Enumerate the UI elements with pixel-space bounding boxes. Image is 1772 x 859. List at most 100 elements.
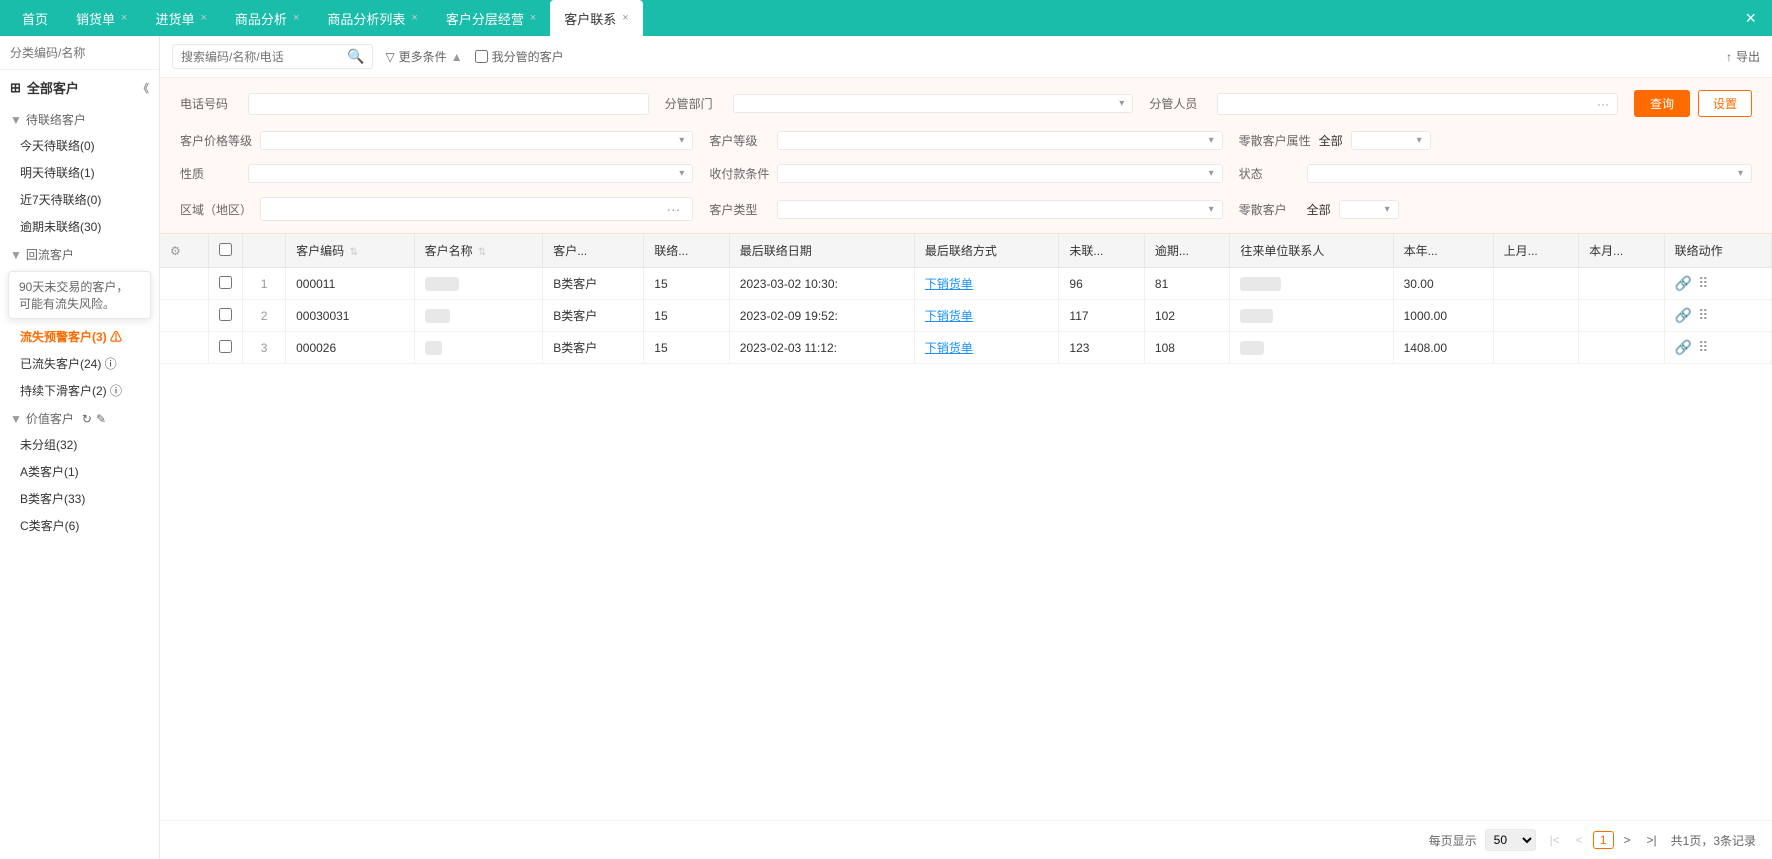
sidebar-item-class-c[interactable]: C类客户(6): [0, 512, 159, 539]
settings-button[interactable]: 设置: [1698, 90, 1752, 117]
export-btn[interactable]: ↑ 导出: [1726, 48, 1760, 65]
select-all-checkbox[interactable]: [219, 243, 232, 256]
overdue-column-header[interactable]: 逾期...: [1144, 234, 1230, 268]
row-checkbox-0[interactable]: [219, 276, 232, 289]
search-input[interactable]: [181, 50, 341, 64]
prev-page-btn[interactable]: <: [1570, 831, 1589, 849]
next-page-btn[interactable]: >: [1618, 831, 1637, 849]
filter-region-select[interactable]: ···: [260, 197, 693, 221]
sidebar-item-today[interactable]: 今天待联络(0): [0, 132, 159, 159]
tab-sales[interactable]: 销货单 ×: [62, 0, 141, 36]
search-submit-icon[interactable]: 🔍: [347, 48, 364, 65]
filter-icon: ▽: [385, 50, 394, 64]
refresh-icon[interactable]: ↻: [82, 412, 92, 426]
price-select-arrow: ▾: [679, 135, 684, 146]
tab-analysis-close[interactable]: ×: [293, 12, 299, 24]
dots-person[interactable]: ···: [1597, 97, 1609, 111]
action-link-icon-1[interactable]: 🔗: [1675, 307, 1692, 324]
tab-sales-close[interactable]: ×: [121, 12, 127, 24]
filter-dept-select[interactable]: ▾: [733, 94, 1134, 113]
name-column-header[interactable]: 客户名称 ⇅: [414, 234, 543, 268]
action-column-header: 联络动作: [1664, 234, 1771, 268]
page-nav: |< < 1 > >|: [1544, 831, 1663, 849]
tab-customer-contact-close[interactable]: ×: [622, 12, 628, 24]
my-customers-checkbox[interactable]: [475, 50, 488, 63]
contact-column-header[interactable]: 联络...: [644, 234, 730, 268]
settings-column-header[interactable]: ⚙: [160, 234, 209, 268]
filter-person-select[interactable]: ···: [1217, 93, 1618, 115]
search-input-wrap: 🔍: [172, 44, 373, 69]
tab-home[interactable]: 首页: [8, 0, 62, 36]
filter-zero-customer-select[interactable]: ▾: [1339, 200, 1399, 219]
unit-contact-column-header[interactable]: 往来单位联系人: [1230, 234, 1393, 268]
action-more-icon-1[interactable]: ⠿: [1698, 307, 1708, 324]
sidebar-item-loss-warning[interactable]: 流失预警客户(3) ⚠: [0, 323, 159, 350]
last-month-column-header[interactable]: 上月...: [1493, 234, 1579, 268]
tab-analysis[interactable]: 商品分析 ×: [221, 0, 313, 36]
action-more-icon-2[interactable]: ⠿: [1698, 339, 1708, 356]
section-arrow-value: ▼: [10, 412, 22, 426]
no-contact-column-header[interactable]: 未联...: [1059, 234, 1145, 268]
first-page-btn[interactable]: |<: [1544, 831, 1566, 849]
sidebar-item-ungrouped[interactable]: 未分组(32): [0, 431, 159, 458]
row-type-2: B类客户: [543, 332, 644, 364]
sidebar-item-overdue[interactable]: 逾期未联络(30): [0, 213, 159, 240]
filter-row-1: 电话号码 分管部门 ▾ 分管人员 ···: [172, 86, 1760, 121]
type-column-header[interactable]: 客户...: [543, 234, 644, 268]
close-all-tabs[interactable]: ×: [1737, 8, 1764, 29]
tab-customer-layer[interactable]: 客户分层经营 ×: [432, 0, 550, 36]
filter-price-select[interactable]: ▾: [260, 131, 693, 150]
this-year-column-header[interactable]: 本年...: [1393, 234, 1493, 268]
last-contact-date-column-header[interactable]: 最后联络日期: [729, 234, 914, 268]
action-more-icon-0[interactable]: ⠿: [1698, 275, 1708, 292]
filter-nature-select[interactable]: ▾: [248, 164, 693, 183]
last-way-link-0[interactable]: 下销货单: [925, 277, 973, 291]
tab-customer-contact[interactable]: 客户联系 ×: [550, 0, 642, 36]
sidebar-item-class-a[interactable]: A类客户(1): [0, 458, 159, 485]
code-column-header[interactable]: 客户编码 ⇅: [286, 234, 415, 268]
filter-zero-attr-select[interactable]: ▾: [1351, 131, 1431, 150]
filter-payment-select[interactable]: ▾: [777, 164, 1222, 183]
query-button[interactable]: 查询: [1634, 90, 1690, 117]
tab-analysis-list-close[interactable]: ×: [411, 12, 417, 24]
edit-icon[interactable]: ✎: [96, 412, 106, 426]
checkbox-column-header[interactable]: [209, 234, 243, 268]
sidebar-section-value[interactable]: ▼ 价值客户 ↻ ✎: [0, 404, 159, 431]
tab-purchase-close[interactable]: ×: [200, 12, 206, 24]
filter-zero-attr: 零散客户属性 全部 ▾: [1231, 127, 1760, 154]
filter-customer-level-select[interactable]: ▾: [777, 131, 1222, 150]
current-page[interactable]: 1: [1593, 831, 1614, 849]
row-this-year-2: 1408.00: [1393, 332, 1493, 364]
sidebar-item-7days[interactable]: 近7天待联络(0): [0, 186, 159, 213]
last-way-link-2[interactable]: 下销货单: [925, 341, 973, 355]
per-page-select[interactable]: 50 100: [1485, 829, 1536, 851]
last-way-link-1[interactable]: 下销货单: [925, 309, 973, 323]
region-dots[interactable]: ···: [662, 201, 684, 217]
row-checkbox-1[interactable]: [219, 308, 232, 321]
action-link-icon-2[interactable]: 🔗: [1675, 339, 1692, 356]
tab-customer-layer-close[interactable]: ×: [530, 12, 536, 24]
my-customers-checkbox-wrap[interactable]: 我分管的客户: [475, 48, 564, 65]
category-search-input[interactable]: [10, 46, 160, 60]
sidebar-collapse-icon[interactable]: 《: [138, 80, 149, 96]
content-area: 🔍 ▽ 更多条件 ▲ 我分管的客户 ↑ 导出 电话号码: [160, 36, 1772, 859]
row-code-0: 000011: [286, 268, 415, 300]
sidebar-section-returning[interactable]: ▼ 回流客户: [0, 240, 159, 267]
sidebar-section-pending[interactable]: ▼ 待联络客户: [0, 105, 159, 132]
last-page-btn[interactable]: >|: [1641, 831, 1663, 849]
sidebar-item-declining[interactable]: 持续下滑客户(2) ⓘ: [0, 377, 159, 404]
row-checkbox-2[interactable]: [219, 340, 232, 353]
sidebar-item-lost[interactable]: 已流失客户(24) ⓘ: [0, 350, 159, 377]
sidebar-item-tomorrow[interactable]: 明天待联络(1): [0, 159, 159, 186]
filter-status-select[interactable]: ▾: [1307, 164, 1752, 183]
action-link-icon-0[interactable]: 🔗: [1675, 275, 1692, 292]
tab-purchase[interactable]: 进货单 ×: [141, 0, 220, 36]
filter-customer-type-select[interactable]: ▾: [777, 200, 1222, 219]
sidebar-item-class-b[interactable]: B类客户(33): [0, 485, 159, 512]
tab-analysis-list[interactable]: 商品分析列表 ×: [313, 0, 431, 36]
more-conditions-btn[interactable]: ▽ 更多条件 ▲: [385, 48, 462, 65]
this-month-column-header[interactable]: 本月...: [1579, 234, 1665, 268]
filter-phone-input[interactable]: [248, 93, 649, 115]
last-contact-way-column-header[interactable]: 最后联络方式: [914, 234, 1059, 268]
sidebar-all-customers[interactable]: ⊞ 全部客户 《: [0, 70, 159, 105]
